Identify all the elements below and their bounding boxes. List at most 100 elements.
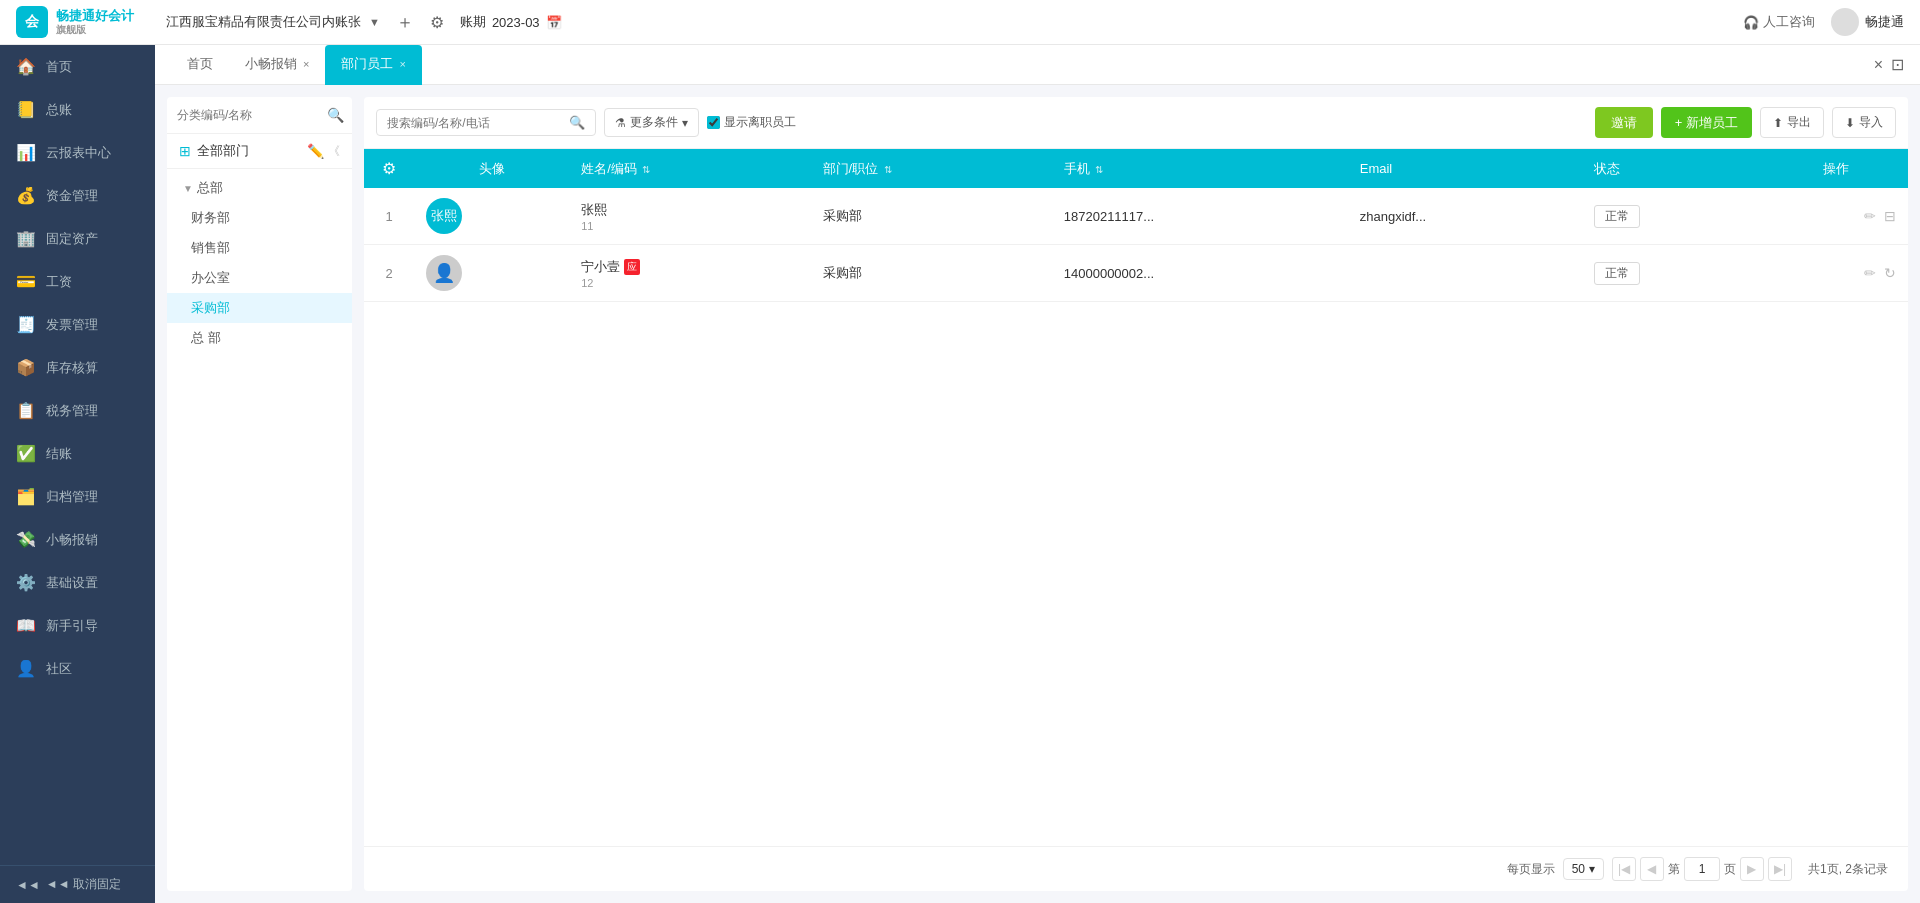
funds-icon: 💰 <box>16 186 36 205</box>
tab-expense[interactable]: 小畅报销 × <box>229 45 325 85</box>
sidebar-item-funds[interactable]: 💰 资金管理 <box>0 174 155 217</box>
sidebar-item-tax[interactable]: 📋 税务管理 <box>0 389 155 432</box>
name-sort-icon[interactable]: ⇅ <box>642 164 650 175</box>
period-selector[interactable]: 账期 2023-03 📅 <box>460 13 562 31</box>
logo-sub: 旗舰版 <box>56 24 134 36</box>
employee-table: ⚙ 头像 姓名/编码 ⇅ 部门/职位 ⇅ 手机 ⇅ Email 状态 操作 <box>364 149 1908 302</box>
sidebar-item-home[interactable]: 🏠 首页 <box>0 45 155 88</box>
invite-button[interactable]: 邀请 <box>1595 107 1653 138</box>
phone-sort-icon[interactable]: ⇅ <box>1095 164 1103 175</box>
show-resigned-label: 显示离职员工 <box>724 114 796 131</box>
dept-sort-icon[interactable]: ⇅ <box>884 164 892 175</box>
settings-icon[interactable]: ⚙ <box>430 13 444 32</box>
export-icon: ⬆ <box>1773 116 1783 130</box>
sidebar-item-guide[interactable]: 📖 新手引导 <box>0 604 155 647</box>
name-column-header[interactable]: 姓名/编码 ⇅ <box>569 149 810 188</box>
page-suffix-label: 页 <box>1724 861 1736 878</box>
expand-window-icon[interactable]: ⊡ <box>1891 55 1904 74</box>
unpin-sidebar-button[interactable]: ◄◄ ◄◄ 取消固定 <box>0 865 155 903</box>
dept-node-general[interactable]: ▼ 总部 <box>167 173 352 203</box>
add-tab-icon[interactable]: ＋ <box>396 10 414 34</box>
tab-expense-close[interactable]: × <box>303 58 309 70</box>
name-cell-1: 张熙 11 <box>569 188 810 245</box>
column-settings-icon[interactable]: ⚙ <box>382 160 396 177</box>
table-header: ⚙ 头像 姓名/编码 ⇅ 部门/职位 ⇅ 手机 ⇅ Email 状态 操作 <box>364 149 1908 188</box>
close-window-icon[interactable]: × <box>1874 56 1883 74</box>
show-resigned-toggle[interactable]: 显示离职员工 <box>707 114 796 131</box>
dept-column-header[interactable]: 部门/职位 ⇅ <box>811 149 1052 188</box>
dept-node-purchase[interactable]: 采购部 <box>167 293 352 323</box>
dept-search-icon[interactable]: 🔍 <box>327 107 344 123</box>
tab-dept[interactable]: 部门员工 × <box>325 45 421 85</box>
delete-employee-icon-1[interactable]: ⊟ <box>1884 208 1896 224</box>
status-badge-1: 正常 <box>1594 205 1640 228</box>
tab-dept-close[interactable]: × <box>399 58 405 70</box>
sidebar-item-salary[interactable]: 💳 工资 <box>0 260 155 303</box>
sidebar-label-salary: 工资 <box>46 273 72 291</box>
sidebar-item-inventory[interactable]: 📦 库存核算 <box>0 346 155 389</box>
show-resigned-checkbox[interactable] <box>707 116 720 129</box>
dept-header-actions: ✏️ 《 <box>307 143 340 160</box>
more-icon: 👤 <box>16 659 36 678</box>
dept-node-office[interactable]: 办公室 <box>167 263 352 293</box>
first-page-button[interactable]: |◀ <box>1612 857 1636 881</box>
table-row: 2 👤 宁小壹 <box>364 245 1908 302</box>
import-button[interactable]: ⬇ 导入 <box>1832 107 1896 138</box>
user-menu[interactable]: 畅捷通 <box>1831 8 1904 36</box>
all-dept-label: 全部部门 <box>197 142 249 160</box>
ying-tag-2: 应 <box>624 259 640 275</box>
service-button[interactable]: 🎧 人工咨询 <box>1743 13 1815 31</box>
company-selector[interactable]: 江西服宝精品有限责任公司内账张 ▼ <box>166 13 380 31</box>
filter-icon: ⚗ <box>615 116 626 130</box>
next-page-button[interactable]: ▶ <box>1740 857 1764 881</box>
sidebar-item-settings[interactable]: ⚙️ 基础设置 <box>0 561 155 604</box>
action-btns-2: ✏ ↻ <box>1775 265 1896 281</box>
action-btns-1: ✏ ⊟ <box>1775 208 1896 224</box>
dept-search-input[interactable] <box>177 108 327 122</box>
sidebar-item-reports[interactable]: 📊 云报表中心 <box>0 131 155 174</box>
sidebar-item-assets[interactable]: 🏢 固定资产 <box>0 217 155 260</box>
calendar-icon[interactable]: 📅 <box>546 15 562 30</box>
sidebar: 🏠 首页 📒 总账 📊 云报表中心 💰 资金管理 🏢 固定资产 💳 工资 🧾 发… <box>0 45 155 903</box>
avatar-2: 👤 <box>426 255 462 291</box>
dept-node-sales[interactable]: 销售部 <box>167 233 352 263</box>
add-employee-button[interactable]: + 新增员工 <box>1661 107 1752 138</box>
unpin-label: ◄◄ 取消固定 <box>46 876 121 893</box>
content-area: 首页 小畅报销 × 部门员工 × × ⊡ 🔍 <box>155 45 1920 903</box>
prev-page-button[interactable]: ◀ <box>1640 857 1664 881</box>
page-input[interactable] <box>1684 857 1720 881</box>
emp-search-input[interactable] <box>387 116 563 130</box>
emp-toolbar: 🔍 ⚗ 更多条件 ▾ 显示离职员工 邀请 + 新增员工 <box>364 97 1908 149</box>
dept-node-general2[interactable]: 总 部 <box>167 323 352 353</box>
edit-employee-icon-1[interactable]: ✏ <box>1864 208 1876 224</box>
sidebar-item-invoice[interactable]: 🧾 发票管理 <box>0 303 155 346</box>
sidebar-item-more[interactable]: 👤 社区 <box>0 647 155 690</box>
grid-icon: ⊞ <box>179 143 191 159</box>
sidebar-item-close[interactable]: ✅ 结账 <box>0 432 155 475</box>
tab-home[interactable]: 首页 <box>171 45 229 85</box>
inventory-icon: 📦 <box>16 358 36 377</box>
company-dropdown-icon[interactable]: ▼ <box>369 16 380 28</box>
sidebar-label-more: 社区 <box>46 660 72 678</box>
collapse-dept-icon[interactable]: 《 <box>328 143 340 160</box>
sidebar-item-archive[interactable]: 🗂️ 归档管理 <box>0 475 155 518</box>
dept-search-area: 🔍 <box>167 97 352 134</box>
dept-tree: ▼ 总部 财务部 销售部 办公室 采购部 总 部 <box>167 169 352 891</box>
filter-button[interactable]: ⚗ 更多条件 ▾ <box>604 108 699 137</box>
refresh-employee-icon-2[interactable]: ↻ <box>1884 265 1896 281</box>
emp-search-icon[interactable]: 🔍 <box>569 115 585 130</box>
last-page-button[interactable]: ▶| <box>1768 857 1792 881</box>
edit-employee-icon-2[interactable]: ✏ <box>1864 265 1876 281</box>
settings-column-header[interactable]: ⚙ <box>364 149 414 188</box>
toolbar-right: 邀请 + 新增员工 ⬆ 导出 ⬇ 导入 <box>1595 107 1896 138</box>
header-right: 🎧 人工咨询 畅捷通 <box>1743 8 1904 36</box>
phone-column-header[interactable]: 手机 ⇅ <box>1052 149 1348 188</box>
sidebar-item-ledger[interactable]: 📒 总账 <box>0 88 155 131</box>
expense-icon: 💸 <box>16 530 36 549</box>
dept-node-finance[interactable]: 财务部 <box>167 203 352 233</box>
per-page-select[interactable]: 50 ▾ <box>1563 858 1604 880</box>
sidebar-item-expense[interactable]: 💸 小畅报销 <box>0 518 155 561</box>
edit-dept-icon[interactable]: ✏️ <box>307 143 324 160</box>
export-button[interactable]: ⬆ 导出 <box>1760 107 1824 138</box>
all-dept-header[interactable]: ⊞ 全部部门 ✏️ 《 <box>167 134 352 169</box>
